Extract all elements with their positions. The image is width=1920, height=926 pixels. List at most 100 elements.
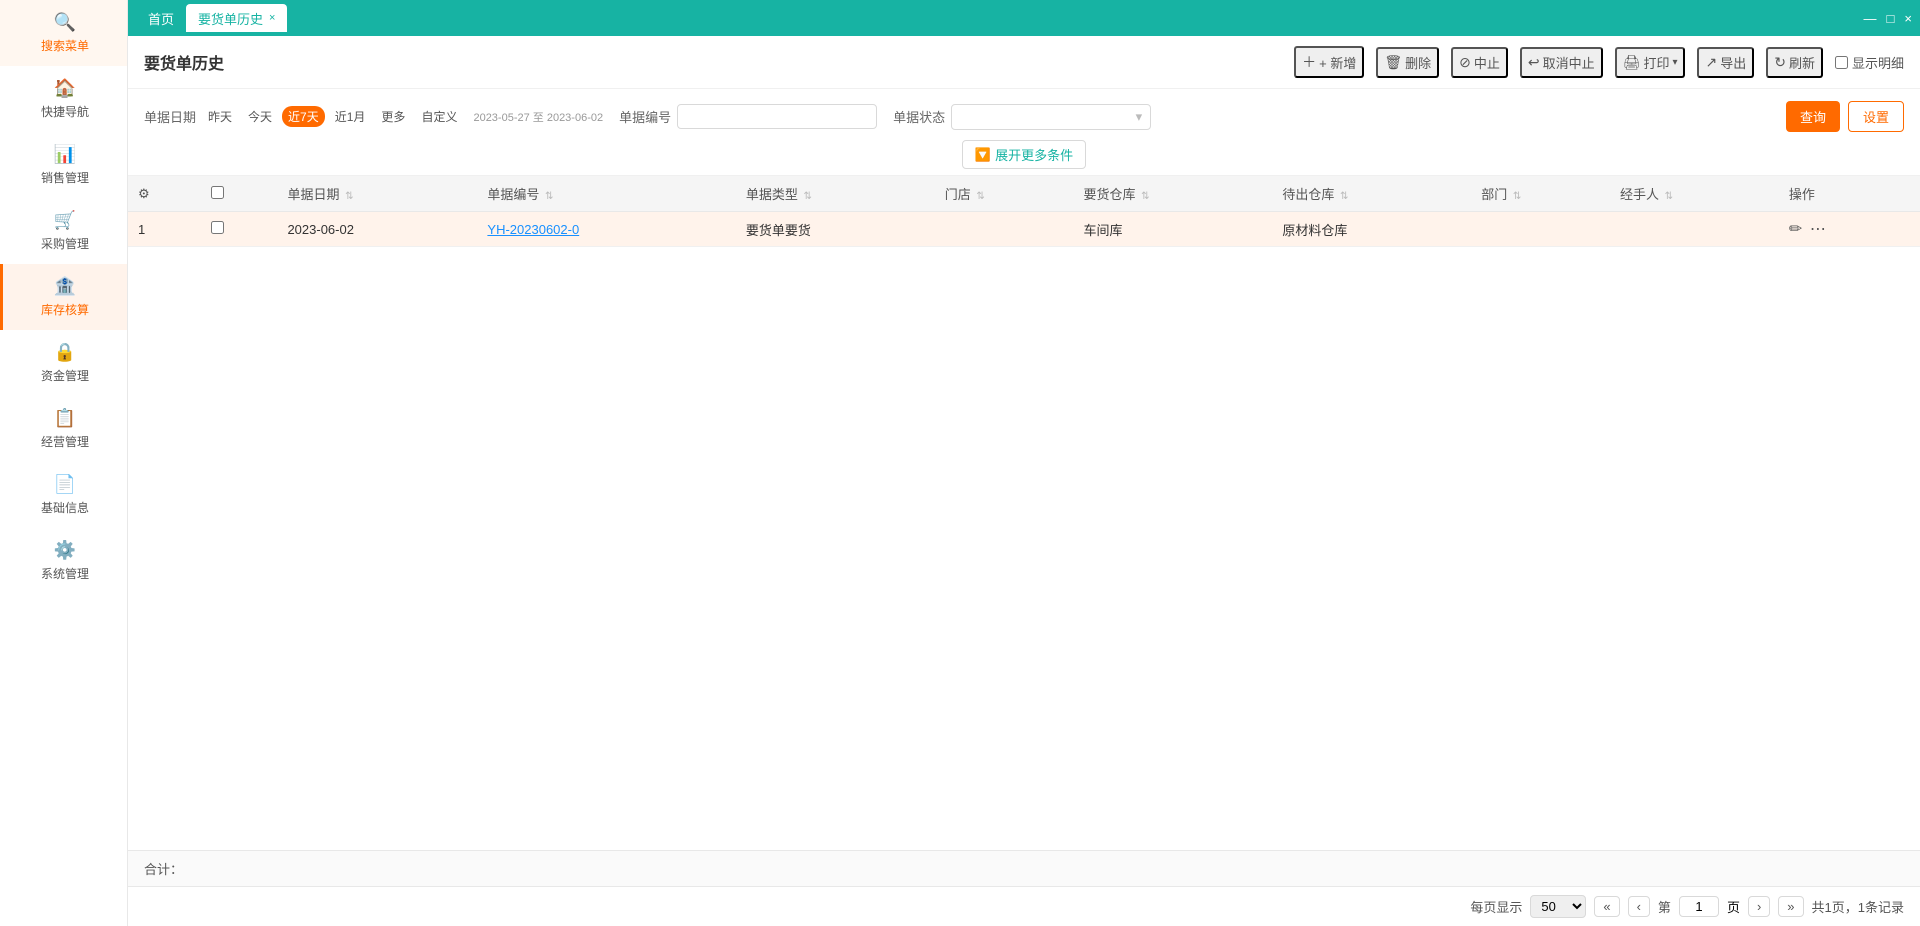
shortcut-custom[interactable]: 自定义 xyxy=(415,106,463,127)
status-dropdown-icon: ▾ xyxy=(1136,109,1143,125)
sidebar-item-ops-mgmt[interactable]: 📋 经营管理 xyxy=(0,396,127,462)
print-dropdown-icon: ▾ xyxy=(1672,57,1677,68)
sort-billno-icon[interactable]: ⇅ xyxy=(545,191,553,202)
sort-reqwh-icon[interactable]: ⇅ xyxy=(1141,191,1149,202)
print-label: 打印 xyxy=(1643,53,1669,72)
expand-more-btn[interactable]: 🔽 展开更多条件 xyxy=(962,140,1086,169)
show-detail-label: 显示明细 xyxy=(1852,53,1904,72)
export-label: 导出 xyxy=(1720,53,1746,72)
query-actions: 查询 设置 xyxy=(1786,101,1904,132)
show-detail-checkbox[interactable] xyxy=(1835,56,1848,69)
col-billtype-header: 单据类型 ⇅ xyxy=(736,176,935,212)
table-area: ⚙ 单据日期 ⇅ 单据编号 ⇅ 单据类型 ⇅ xyxy=(128,176,1920,850)
bill-no-input[interactable] xyxy=(677,104,877,129)
search-menu-icon: 🔍 xyxy=(54,12,76,33)
inventory-icon: 🏦 xyxy=(54,276,76,297)
date-range-display: 2023-05-27 至 2023-06-02 xyxy=(473,109,603,125)
sidebar-item-label-quick-nav: 快捷导航 xyxy=(41,103,89,120)
first-page-btn[interactable]: « xyxy=(1594,896,1619,917)
cell-reqwh: 车间库 xyxy=(1073,212,1272,247)
col-store-header: 门店 ⇅ xyxy=(935,176,1074,212)
sidebar-item-quick-nav[interactable]: 🏠 快捷导航 xyxy=(0,66,127,132)
page-label: 第 xyxy=(1658,897,1671,916)
page-size-select[interactable]: 10 20 50 100 xyxy=(1530,895,1586,918)
sidebar-item-label-ops-mgmt: 经营管理 xyxy=(41,433,89,450)
cell-store xyxy=(935,212,1074,247)
toolbar: ＋ + 新增 🗑 删除 ⊘ 中止 ↩ 取消中止 🖨 打印 xyxy=(1294,46,1904,78)
sort-dept-icon[interactable]: ⇅ xyxy=(1513,191,1521,202)
refresh-label: 刷新 xyxy=(1789,53,1815,72)
shortcut-more[interactable]: 更多 xyxy=(375,106,411,127)
sidebar: 🔍 搜索菜单 🏠 快捷导航 📊 销售管理 🛒 采购管理 🏦 库存核算 🔒 资金管… xyxy=(0,0,128,926)
shortcut-yesterday[interactable]: 昨天 xyxy=(202,106,238,127)
sidebar-item-sys-mgmt[interactable]: ⚙️ 系统管理 xyxy=(0,528,127,594)
export-button[interactable]: ↗ 导出 xyxy=(1697,47,1754,78)
tab-bill-history[interactable]: 要货单历史 × xyxy=(186,4,287,32)
cell-billtype: 要货单要货 xyxy=(736,212,935,247)
page-unit: 页 xyxy=(1727,897,1740,916)
sidebar-item-search-menu[interactable]: 🔍 搜索菜单 xyxy=(0,0,127,66)
sidebar-item-sales-mgmt[interactable]: 📊 销售管理 xyxy=(0,132,127,198)
window-max-btn[interactable]: □ xyxy=(1887,11,1895,26)
select-all-checkbox[interactable] xyxy=(211,186,224,199)
print-icon: 🖨 xyxy=(1623,54,1641,71)
cancel-stop-button[interactable]: ↩ 取消中止 xyxy=(1520,47,1603,78)
col-handler-header: 经手人 ⇅ xyxy=(1610,176,1779,212)
next-page-btn[interactable]: › xyxy=(1748,896,1770,917)
col-ops-header: 操作 xyxy=(1779,176,1920,212)
content-area: 要货单历史 ＋ + 新增 🗑 删除 ⊘ 中止 ↩ 取消中止 xyxy=(128,36,1920,926)
shortcut-1month[interactable]: 近1月 xyxy=(329,106,372,127)
date-filter-label: 单据日期 xyxy=(144,107,196,126)
expand-icon: 🔽 xyxy=(975,147,991,163)
bill-no-link[interactable]: YH-20230602-0 xyxy=(487,222,579,237)
delete-label: 删除 xyxy=(1405,53,1431,72)
stop-button[interactable]: ⊘ 中止 xyxy=(1451,47,1508,78)
sidebar-item-label-search-menu: 搜索菜单 xyxy=(41,37,89,54)
window-close-btn[interactable]: × xyxy=(1904,11,1912,26)
shortcut-7days[interactable]: 近7天 xyxy=(282,106,325,127)
row-checkbox[interactable] xyxy=(211,221,224,234)
setting-button[interactable]: 设置 xyxy=(1848,101,1904,132)
shortcut-today[interactable]: 今天 xyxy=(242,106,278,127)
edit-icon[interactable]: ✏ xyxy=(1789,221,1802,238)
new-button[interactable]: ＋ + 新增 xyxy=(1294,46,1364,78)
cell-ops: ✏ ⋯ xyxy=(1779,212,1920,247)
sidebar-item-inventory[interactable]: 🏦 库存核算 xyxy=(0,264,127,330)
col-checkbox-header[interactable] xyxy=(201,176,277,212)
filter-row-1: 单据日期 昨天 今天 近7天 近1月 更多 自定义 2023-05-27 至 2… xyxy=(144,101,1904,132)
print-button[interactable]: 🖨 打印 ▾ xyxy=(1615,47,1686,78)
sort-date-icon[interactable]: ⇅ xyxy=(345,191,353,202)
status-filter: 单据状态 ▾ xyxy=(893,104,1151,130)
tab-home[interactable]: 首页 xyxy=(136,4,186,32)
col-dept-header: 部门 ⇅ xyxy=(1471,176,1610,212)
cancel-stop-icon: ↩ xyxy=(1528,54,1540,71)
sort-pendingwh-icon[interactable]: ⇅ xyxy=(1340,191,1348,202)
tab-close-icon[interactable]: × xyxy=(269,12,275,24)
col-settings-icon[interactable]: ⚙ xyxy=(128,176,201,212)
cell-checkbox[interactable] xyxy=(201,212,277,247)
window-min-btn[interactable]: — xyxy=(1864,11,1877,26)
delete-button[interactable]: 🗑 删除 xyxy=(1376,47,1439,78)
sidebar-item-purchase-mgmt[interactable]: 🛒 采购管理 xyxy=(0,198,127,264)
footer-summary: 合计： xyxy=(128,850,1920,886)
base-info-icon: 📄 xyxy=(54,474,76,495)
cell-billno[interactable]: YH-20230602-0 xyxy=(477,212,735,247)
status-select[interactable]: ▾ xyxy=(951,104,1151,130)
date-filter: 单据日期 昨天 今天 近7天 近1月 更多 自定义 2023-05-27 至 2… xyxy=(144,106,603,127)
date-shortcuts: 昨天 今天 近7天 近1月 更多 自定义 xyxy=(202,106,463,127)
cell-pendingwh: 原材料仓库 xyxy=(1272,212,1471,247)
refresh-button[interactable]: ↻ 刷新 xyxy=(1766,47,1823,78)
table-row: 1 2023-06-02 YH-20230602-0 要货单要货 车间库 原材料… xyxy=(128,212,1920,247)
last-page-btn[interactable]: » xyxy=(1778,896,1803,917)
prev-page-btn[interactable]: ‹ xyxy=(1628,896,1650,917)
sort-handler-icon[interactable]: ⇅ xyxy=(1665,191,1673,202)
page-number-input[interactable] xyxy=(1679,896,1719,917)
query-button[interactable]: 查询 xyxy=(1786,101,1840,132)
sidebar-item-base-info[interactable]: 📄 基础信息 xyxy=(0,462,127,528)
show-detail-checkbox-wrap[interactable]: 显示明细 xyxy=(1835,53,1904,72)
sort-store-icon[interactable]: ⇅ xyxy=(976,191,984,202)
more-ops-icon[interactable]: ⋯ xyxy=(1810,221,1826,238)
sidebar-item-finance-mgmt[interactable]: 🔒 资金管理 xyxy=(0,330,127,396)
sidebar-item-label-inventory: 库存核算 xyxy=(41,301,89,318)
sort-billtype-icon[interactable]: ⇅ xyxy=(803,191,811,202)
